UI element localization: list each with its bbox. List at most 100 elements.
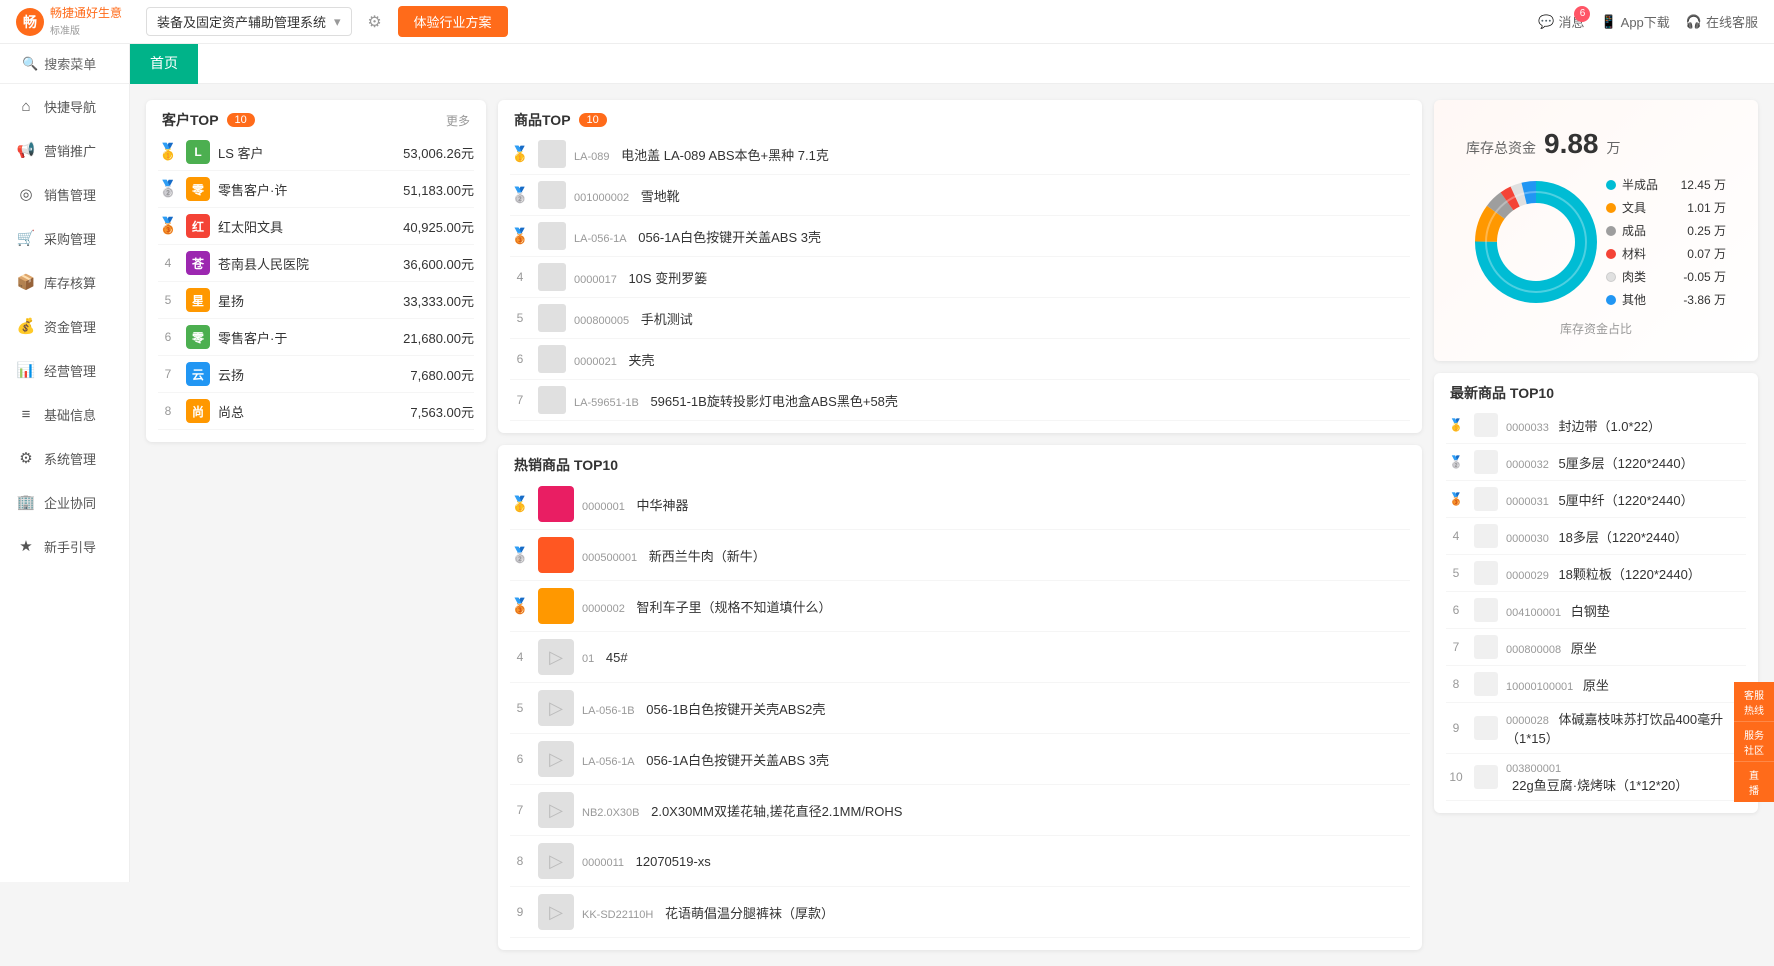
product-thumbnail: ▷ <box>538 741 574 777</box>
list-item: 🥉 0000002 智利车子里（规格不知道填什么） <box>510 581 1410 632</box>
sidebar-item-quick-nav[interactable]: ⌂ 快捷导航 <box>0 84 129 128</box>
customer-ranking-more[interactable]: 更多 <box>446 112 470 129</box>
list-item: 7 ▷ NB2.0X30B 2.0X30MM双搓花轴,搓花直径2.1MM/ROH… <box>510 785 1410 836</box>
product-details: 000500001 新西兰牛肉（新牛） <box>582 546 1410 565</box>
customer-name: 苍南县人民医院 <box>218 254 403 273</box>
message-button[interactable]: 💬 消息 6 <box>1538 12 1584 31</box>
new-products-card: 最新商品 TOP10 🥇 0000033 封边带（1.0*22） 🥈 00000… <box>1434 373 1758 813</box>
rank-number: 🥇 <box>1446 418 1466 432</box>
table-row: 🥈 零 零售客户·许 51,183.00元 <box>158 171 474 208</box>
sidebar-item-guide[interactable]: ★ 新手引导 <box>0 524 129 568</box>
medal-icon: 🥈 <box>158 179 178 199</box>
rank-number: 10 <box>1446 770 1466 784</box>
product-name: 0000033 封边带（1.0*22） <box>1506 416 1746 435</box>
sidebar-item-finance[interactable]: 💰 资金管理 <box>0 304 129 348</box>
stock-total-unit: 万 <box>1607 138 1621 158</box>
gear-button[interactable]: ⚙ <box>360 7 390 37</box>
top-tabs: 首页 <box>130 44 1774 84</box>
product-thumbnail: ▷ <box>538 690 574 726</box>
rank-number: 4 <box>510 270 530 284</box>
top-sales-list: 🥇 LA-089 电池盖 LA-089 ABS本色+黑种 7.1克 🥈 0010… <box>498 134 1422 433</box>
customer-amount: 33,333.00元 <box>403 291 474 310</box>
list-item: 7 000800008 原坐 <box>1446 629 1746 666</box>
sidebar-item-stock[interactable]: 📦 库存核算 <box>0 260 129 304</box>
marketing-icon: 📢 <box>16 140 36 160</box>
top-sales-title: 商品TOP <box>514 110 571 130</box>
search-icon: 🔍 <box>22 56 38 72</box>
avatar: L <box>186 140 210 164</box>
rank-number: 6 <box>158 330 178 344</box>
new-products-title: 最新商品 TOP10 <box>1450 383 1554 403</box>
sidebar-item-sales[interactable]: ◎ 销售管理 <box>0 172 129 216</box>
avatar: 云 <box>186 362 210 386</box>
product-thumbnail <box>538 588 574 624</box>
medal-icon: 🥉 <box>510 227 530 245</box>
table-row: 4 0000017 10S 变刑罗篓 <box>510 257 1410 298</box>
customer-ranking-title-group: 客户TOP 10 <box>162 110 255 130</box>
sidebar-item-base[interactable]: ≡ 基础信息 <box>0 392 129 436</box>
customer-ranking-card: 客户TOP 10 更多 🥇 L LS 客户 53,006.26元 🥈 零 零售客… <box>146 100 486 442</box>
direct-service-line1: 直 <box>1749 767 1759 782</box>
logo-text: 畅捷通好生意 <box>50 6 122 22</box>
rank-number: 5 <box>1446 566 1466 580</box>
customer-amount: 7,680.00元 <box>410 365 474 384</box>
rank-number: 4 <box>510 650 530 664</box>
donut-chart <box>1466 172 1606 312</box>
direct-service-button[interactable]: 直 播 <box>1734 762 1774 802</box>
product-img <box>538 222 566 250</box>
new-products-header: 最新商品 TOP10 <box>1434 373 1758 407</box>
medal-icon: 🥉 <box>158 216 178 236</box>
sidebar-item-corp[interactable]: 🏢 企业协同 <box>0 480 129 524</box>
rank-number: 🥈 <box>510 546 530 564</box>
legend-color-dot <box>1606 180 1616 190</box>
product-info: LA-089 电池盖 LA-089 ABS本色+黑种 7.1克 <box>574 145 1410 164</box>
online-service-button[interactable]: 🎧 在线客服 <box>1686 12 1758 31</box>
product-name: 0000030 18多层（1220*2440） <box>1506 527 1746 546</box>
service-community-line1: 服务 <box>1744 727 1764 742</box>
top-sales-badge: 10 <box>579 113 607 127</box>
product-details: KK-SD22110H 花语萌倡温分腿裤袜（厚款） <box>582 903 1410 922</box>
sidebar-item-system[interactable]: ⚙ 系统管理 <box>0 436 129 480</box>
stock-footer: 库存资金占比 <box>1450 320 1742 345</box>
product-name: 0000031 5厘中纤（1220*2440） <box>1506 490 1746 509</box>
rank-number: 🥈 <box>1446 455 1466 469</box>
avatar: 红 <box>186 214 210 238</box>
base-icon: ≡ <box>16 404 36 424</box>
customer-amount: 7,563.00元 <box>410 402 474 421</box>
try-button[interactable]: 体验行业方案 <box>398 6 508 37</box>
customer-amount: 36,600.00元 <box>403 254 474 273</box>
list-item: 6 004100001 白钢垫 <box>1446 592 1746 629</box>
stock-legend: 半成品 12.45 万 文具 1.01 万 成品 0.25 万 <box>1606 176 1726 308</box>
sidebar-item-marketing[interactable]: 📢 营销推广 <box>0 128 129 172</box>
sidebar-item-purchase[interactable]: 🛒 采购管理 <box>0 216 129 260</box>
legend-item: 其他 -3.86 万 <box>1606 291 1726 308</box>
stock-card: 库存总资金 9.88 万 <box>1434 100 1758 361</box>
home-icon: ⌂ <box>16 96 36 116</box>
main-content: 客户TOP 10 更多 🥇 L LS 客户 53,006.26元 🥈 零 零售客… <box>130 84 1774 966</box>
search-menu-button[interactable]: 🔍 搜索菜单 <box>0 44 129 84</box>
tab-home[interactable]: 首页 <box>130 44 198 84</box>
float-service-panel: 客服 热线 服务 社区 直 播 <box>1734 682 1774 802</box>
service-community-line2: 社区 <box>1744 742 1764 757</box>
rank-number: 5 <box>510 701 530 715</box>
app-download-button[interactable]: 📱 App下载 <box>1600 12 1669 31</box>
product-details: 0000002 智利车子里（规格不知道填什么） <box>582 597 1410 616</box>
sidebar-item-operation[interactable]: 📊 经营管理 <box>0 348 129 392</box>
direct-service-line2: 播 <box>1749 782 1759 797</box>
product-img <box>1474 716 1498 740</box>
list-item: 9 ▷ KK-SD22110H 花语萌倡温分腿裤袜（厚款） <box>510 887 1410 938</box>
product-img <box>538 181 566 209</box>
message-badge: 6 <box>1574 6 1590 22</box>
product-info: LA-59651-1B 59651-1B旋转投影灯电池盒ABS黑色+58壳 <box>574 391 1410 410</box>
customer-service-button[interactable]: 客服 热线 <box>1734 682 1774 722</box>
stock-icon: 📦 <box>16 272 36 292</box>
service-community-button[interactable]: 服务 社区 <box>1734 722 1774 762</box>
list-item: 🥇 0000001 中华神器 <box>510 479 1410 530</box>
system-select[interactable]: 装备及固定资产辅助管理系统 ▾ <box>146 7 352 36</box>
list-item: 🥇 0000033 封边带（1.0*22） <box>1446 407 1746 444</box>
product-thumbnail: ▷ <box>538 639 574 675</box>
product-img <box>1474 635 1498 659</box>
rank-number: 9 <box>1446 721 1466 735</box>
legend-item: 肉类 -0.05 万 <box>1606 268 1726 285</box>
rank-number: 4 <box>1446 529 1466 543</box>
